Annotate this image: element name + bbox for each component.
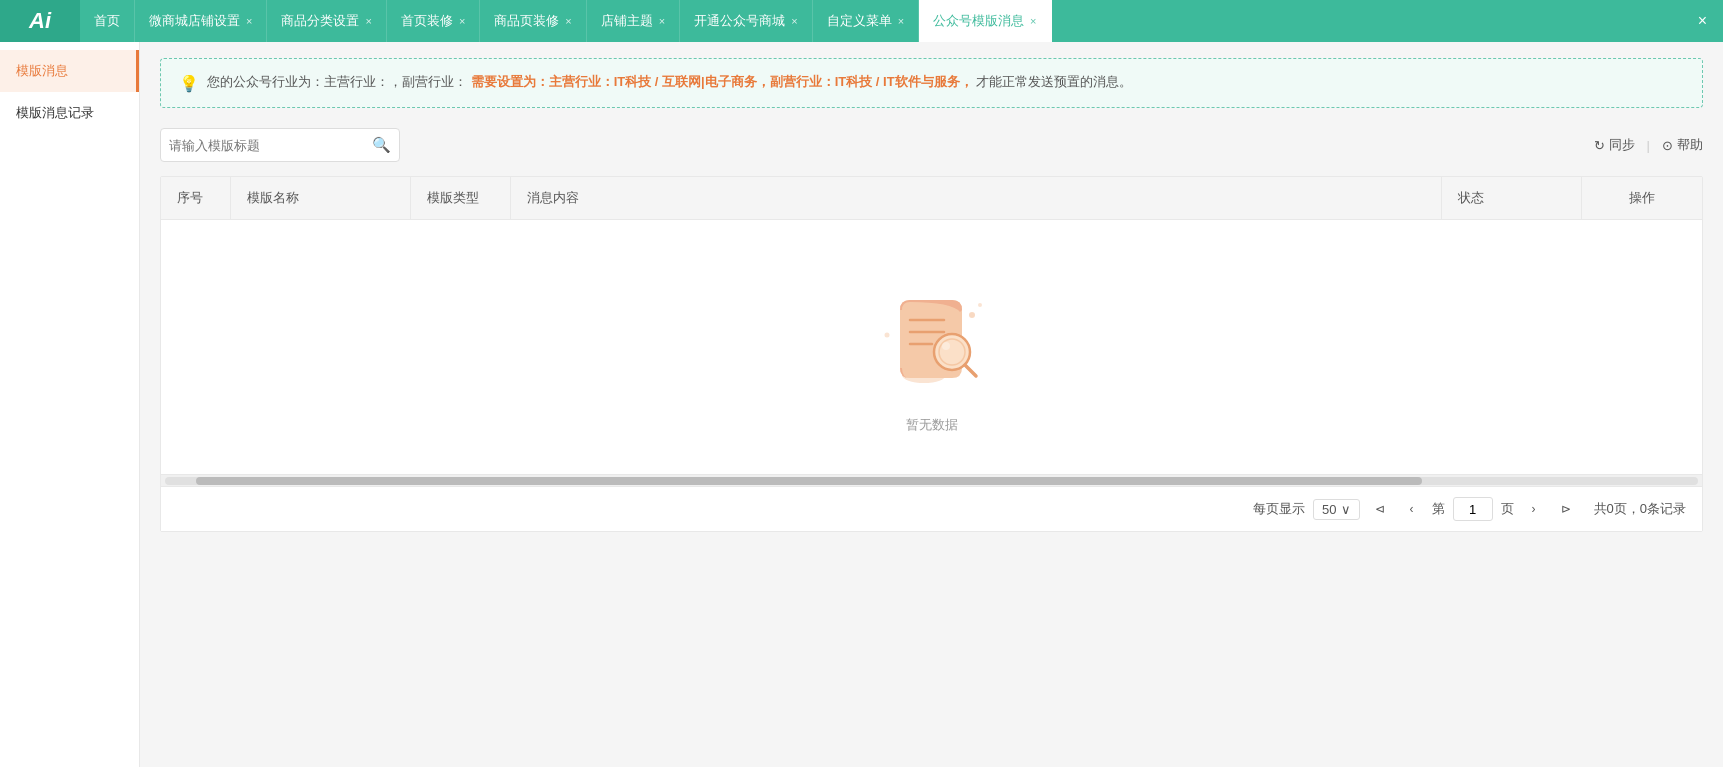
empty-illustration [872,280,992,400]
content-area: 💡 您的公众号行业为：主营行业：，副营行业： 需要设置为：主营行业：IT科技 /… [140,42,1723,767]
sidebar-item-template-msg-record-label: 模版消息记录 [16,105,94,120]
nav-tab-shop-setting[interactable]: 微商城店铺设置 × [135,0,267,42]
sidebar-item-template-msg-label: 模版消息 [16,63,68,78]
toolbar-divider: | [1647,138,1650,153]
nav-tab-custom-menu[interactable]: 自定义菜单 × [813,0,919,42]
th-action: 操作 [1582,177,1702,219]
sync-label: 同步 [1609,136,1635,154]
sidebar-item-template-msg[interactable]: 模版消息 [0,50,139,92]
nav-tab-category-close[interactable]: × [365,15,371,27]
nav-tab-theme-label: 店铺主题 [601,12,653,30]
pagination: 每页显示 50 ∨ ⊲ ‹ 第 页 › ⊳ 共0页，0条记录 [161,486,1702,531]
th-name: 模版名称 [231,177,411,219]
nav-tab-home-decor[interactable]: 首页装修 × [387,0,480,42]
svg-point-10 [884,333,889,338]
nav-tab-theme-close[interactable]: × [659,15,665,27]
th-type: 模版类型 [411,177,511,219]
nav-tab-product-decor[interactable]: 商品页装修 × [480,0,586,42]
sync-button[interactable]: ↻ 同步 [1594,136,1635,154]
page-prev-button[interactable]: ‹ [1400,497,1424,521]
nav-tab-product-decor-close[interactable]: × [565,15,571,27]
notice-banner: 💡 您的公众号行业为：主营行业：，副营行业： 需要设置为：主营行业：IT科技 /… [160,58,1703,108]
top-nav: Ai 首页 微商城店铺设置 × 商品分类设置 × 首页装修 × 商品页装修 × … [0,0,1723,42]
nav-tab-shop-setting-label: 微商城店铺设置 [149,12,240,30]
nav-tab-category-label: 商品分类设置 [281,12,359,30]
table-header: 序号 模版名称 模版类型 消息内容 状态 操作 [161,177,1702,220]
notice-prefix: 您的公众号行业为：主营行业：，副营行业： [207,74,467,89]
nav-tab-category[interactable]: 商品分类设置 × [267,0,386,42]
page-size-select[interactable]: 50 ∨ [1313,499,1359,520]
scrollbar-row[interactable] [161,474,1702,486]
nav-tab-custom-menu-label: 自定义菜单 [827,12,892,30]
nav-tab-home-decor-close[interactable]: × [459,15,465,27]
nav-tab-product-decor-label: 商品页装修 [494,12,559,30]
nav-tab-theme[interactable]: 店铺主题 × [587,0,680,42]
nav-tab-custom-menu-close[interactable]: × [898,15,904,27]
nav-tab-home[interactable]: 首页 [80,0,135,42]
nav-close-all-button[interactable]: × [1682,0,1723,42]
svg-point-8 [969,312,975,318]
search-input[interactable] [169,138,372,153]
notice-icon: 💡 [179,74,199,93]
page-label-before: 第 [1432,500,1445,518]
scrollbar-thumb[interactable] [196,477,1422,485]
svg-point-7 [942,342,950,350]
nav-tab-home-label: 首页 [94,12,120,30]
nav-tab-open-mall-close[interactable]: × [791,15,797,27]
search-bar: 🔍 ↻ 同步 | ⊙ 帮助 [160,128,1703,162]
logo: Ai [0,0,80,42]
search-input-wrap: 🔍 [160,128,400,162]
page-total: 共0页，0条记录 [1594,500,1686,518]
page-first-button[interactable]: ⊲ [1368,497,1392,521]
nav-tab-template-msg-close[interactable]: × [1030,15,1036,27]
main-layout: 模版消息 模版消息记录 💡 您的公众号行业为：主营行业：，副营行业： 需要设置为… [0,42,1723,767]
scrollbar-track [165,477,1698,485]
toolbar-right: ↻ 同步 | ⊙ 帮助 [1594,136,1703,154]
page-label-after: 页 [1501,500,1514,518]
help-icon: ⊙ [1662,138,1673,153]
th-seq: 序号 [161,177,231,219]
page-size-value: 50 [1322,502,1336,517]
th-content: 消息内容 [511,177,1442,219]
page-last-button[interactable]: ⊳ [1554,497,1578,521]
notice-text: 您的公众号行业为：主营行业：，副营行业： 需要设置为：主营行业：IT科技 / 互… [207,73,1132,91]
notice-suffix: 才能正常发送预置的消息。 [976,74,1132,89]
sidebar: 模版消息 模版消息记录 [0,42,140,767]
page-size-chevron-icon: ∨ [1341,502,1351,517]
help-label: 帮助 [1677,136,1703,154]
page-next-button[interactable]: › [1522,497,1546,521]
sidebar-item-template-msg-record[interactable]: 模版消息记录 [0,92,139,134]
nav-tab-open-mall-label: 开通公众号商城 [694,12,785,30]
search-button[interactable]: 🔍 [372,136,391,154]
nav-tab-open-mall[interactable]: 开通公众号商城 × [680,0,812,42]
nav-tab-home-decor-label: 首页装修 [401,12,453,30]
page-current-input[interactable] [1453,497,1493,521]
empty-text: 暂无数据 [906,416,958,434]
svg-point-9 [978,303,982,307]
help-button[interactable]: ⊙ 帮助 [1662,136,1703,154]
empty-state: 暂无数据 [161,220,1702,474]
page-size-label: 每页显示 [1253,500,1305,518]
svg-line-6 [965,365,976,376]
nav-tab-template-msg[interactable]: 公众号模版消息 × [919,0,1051,42]
notice-highlight: 需要设置为：主营行业：IT科技 / 互联网|电子商务，副营行业：IT科技 / I… [471,74,973,89]
sync-icon: ↻ [1594,138,1605,153]
table: 序号 模版名称 模版类型 消息内容 状态 操作 [160,176,1703,532]
nav-tab-shop-setting-close[interactable]: × [246,15,252,27]
nav-tab-template-msg-label: 公众号模版消息 [933,12,1024,30]
th-status: 状态 [1442,177,1582,219]
